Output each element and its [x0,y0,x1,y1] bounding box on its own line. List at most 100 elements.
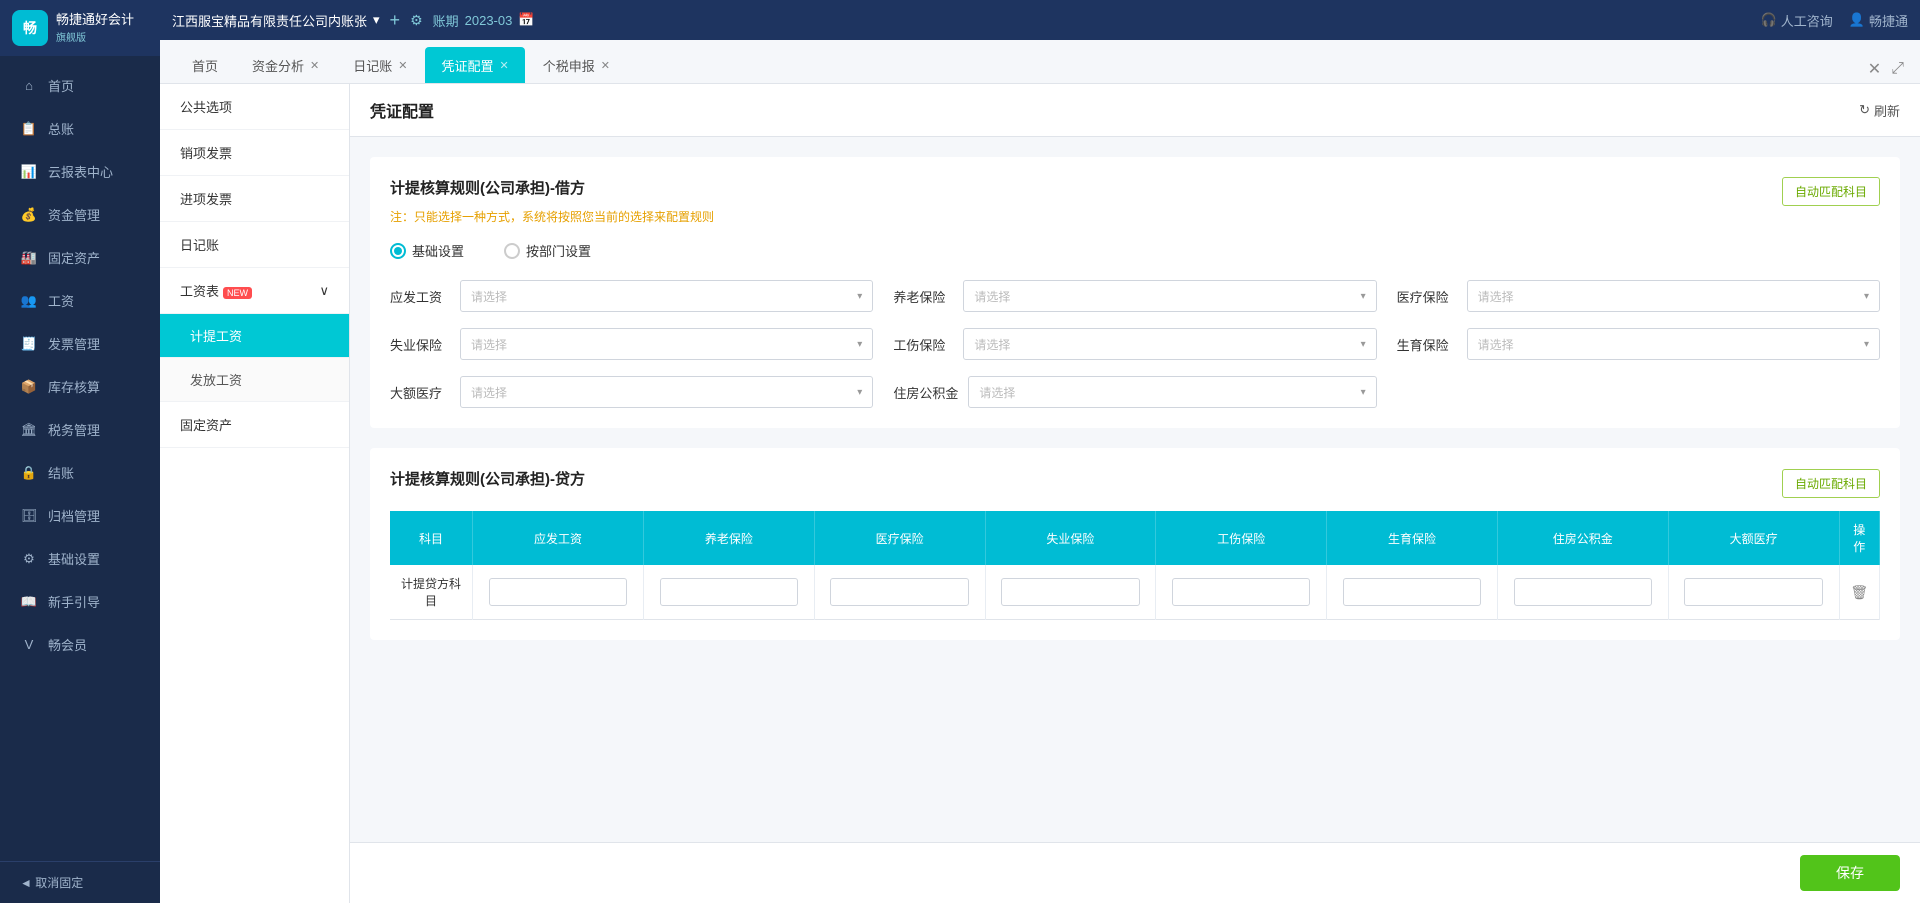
left-menu-salary-table[interactable]: 工资表NEW ∨ [160,268,349,314]
left-menu-purchase[interactable]: 进项发票 [160,176,349,222]
topbar: 江西服宝精品有限责任公司内账张 ▾ + ⚙ 账期 2023-03 📅 🎧 人工咨… [160,0,1920,40]
tab-close-icon[interactable]: ✕ [310,59,319,72]
sidebar-item-inventory[interactable]: 📦 库存核算 [0,365,160,408]
cell-apply-salary[interactable] [473,565,644,620]
select-arrow-icon: ▾ [1361,339,1366,350]
cell-medical[interactable] [814,565,985,620]
maximize-icon[interactable]: ⤢ [1891,60,1904,78]
settings-icon[interactable]: ⚙ [410,12,423,29]
select-maternity[interactable]: 请选择 ▾ [1467,328,1880,360]
sidebar-item-member[interactable]: V 畅会员 [0,623,160,666]
cell-maternity[interactable] [1327,565,1498,620]
radio-dept[interactable]: 按部门设置 [504,241,591,260]
cell-work-injury[interactable] [1156,565,1327,620]
select-unemployment[interactable]: 请选择 ▾ [460,328,873,360]
credit-table: 科目 应发工资 养老保险 医疗保险 失业保险 工伤保险 生育保险 住房公积金 大… [390,511,1880,620]
credit-auto-match-button[interactable]: 自动匹配科目 [1782,469,1880,498]
tab-funds[interactable]: 资金分析✕ [236,47,335,83]
period-selector[interactable]: 账期 2023-03 📅 [433,11,535,30]
tax-icon: 🏛 [20,421,38,439]
sidebar-item-guide[interactable]: 📖 新手引导 [0,580,160,623]
save-button[interactable]: 保存 [1800,855,1900,891]
cell-unemployment[interactable] [985,565,1156,620]
tabbar: 首页资金分析✕日记账✕凭证配置✕个税申报✕ ✕ ⤢ [160,40,1920,84]
add-tab-button[interactable]: + [390,10,401,31]
close-window-icon[interactable]: ✕ [1868,59,1881,79]
left-menu-sales[interactable]: 销项发票 [160,130,349,176]
input-pension[interactable] [660,578,798,606]
left-menu-common[interactable]: 公共选项 [160,84,349,130]
select-housing[interactable]: 请选择 ▾ [968,376,1376,408]
select-pension[interactable]: 请选择 ▾ [963,280,1376,312]
input-work-injury[interactable] [1172,578,1310,606]
radio-basic[interactable]: 基础设置 [390,241,464,260]
input-apply-salary[interactable] [489,578,627,606]
refresh-icon: ↻ [1859,102,1870,118]
field-medical: 医疗保险 请选择 ▾ [1397,280,1880,312]
select-work-injury[interactable]: 请选择 ▾ [963,328,1376,360]
left-menu-fixed-assets[interactable]: 固定资产 [160,402,349,448]
sidebar-item-closing[interactable]: 🔒 结账 [0,451,160,494]
service-button[interactable]: 🎧 人工咨询 [1761,11,1833,30]
tab-tax-report[interactable]: 个税申报✕ [527,47,626,83]
debit-form-grid: 应发工资 请选择 ▾ 养老保险 请选择 ▾ [390,280,1880,408]
debit-auto-match-button[interactable]: 自动匹配科目 [1782,177,1880,206]
tab-close-icon[interactable]: ✕ [398,59,407,72]
sidebar-cancel-fixed[interactable]: ◄ 取消固定 [0,861,160,903]
tab-close-icon[interactable]: ✕ [500,59,509,72]
col-housing: 住房公积金 [1497,511,1668,565]
input-unemployment[interactable] [1001,578,1139,606]
cell-large-medical[interactable] [1668,565,1839,620]
member-icon: V [20,636,38,654]
page-header: 凭证配置 ↻ 刷新 [350,84,1920,137]
sidebar-item-reports[interactable]: 📊 云报表中心 [0,150,160,193]
debit-section-title: 计提核算规则(公司承担)-借方 [390,177,714,198]
sidebar-item-home[interactable]: ⌂ 首页 [0,64,160,107]
select-medical[interactable]: 请选择 ▾ [1467,280,1880,312]
input-large-medical[interactable] [1684,578,1822,606]
table-row: 计提贷方科目 🗑 [390,565,1880,620]
delete-row-button[interactable]: 🗑 [1850,584,1868,601]
input-maternity[interactable] [1343,578,1481,606]
sidebar-item-invoice[interactable]: 🧾 发票管理 [0,322,160,365]
logo-text: 畅捷通好会计 旗舰版 [56,12,134,44]
sidebar-item-settings[interactable]: ⚙ 基础设置 [0,537,160,580]
sidebar-item-ledger[interactable]: 📋 总账 [0,107,160,150]
tab-close-icon[interactable]: ✕ [601,59,610,72]
label-apply-salary: 应发工资 [390,287,450,306]
sidebar-item-archive[interactable]: 🗄 归档管理 [0,494,160,537]
col-unemployment: 失业保险 [985,511,1156,565]
left-menu-journal[interactable]: 日记账 [160,222,349,268]
tab-voucher-config[interactable]: 凭证配置✕ [425,47,524,83]
user-menu[interactable]: 👤 畅捷通 [1849,11,1908,30]
label-large-medical: 大额医疗 [390,383,450,402]
company-selector[interactable]: 江西服宝精品有限责任公司内账张 ▾ [172,11,380,30]
debit-note: 注：只能选择一种方式，系统将按照您当前的选择来配置规则 [390,208,714,225]
label-maternity: 生育保险 [1397,335,1457,354]
tab-home[interactable]: 首页 [176,47,234,83]
scroll-content: 计提核算规则(公司承担)-借方 注：只能选择一种方式，系统将按照您当前的选择来配… [350,137,1920,842]
select-large-medical[interactable]: 请选择 ▾ [460,376,873,408]
select-arrow-icon: ▾ [857,291,862,302]
tab-journal[interactable]: 日记账✕ [337,47,423,83]
refresh-button[interactable]: ↻ 刷新 [1859,101,1900,120]
sidebar-item-tax[interactable]: 🏛 税务管理 [0,408,160,451]
cell-pension[interactable] [643,565,814,620]
select-apply-salary[interactable]: 请选择 ▾ [460,280,873,312]
col-pension: 养老保险 [643,511,814,565]
input-medical[interactable] [830,578,968,606]
left-menu-calc-salary[interactable]: 计提工资 [160,314,349,358]
left-menu-pay-salary[interactable]: 发放工资 [160,358,349,402]
sidebar-item-assets[interactable]: 🏭 固定资产 [0,236,160,279]
input-housing[interactable] [1514,578,1652,606]
radio-basic-circle [390,243,406,259]
sidebar-item-salary[interactable]: 👥 工资 [0,279,160,322]
cell-housing[interactable] [1497,565,1668,620]
sidebar-nav: ⌂ 首页 📋 总账 📊 云报表中心 💰 资金管理 🏭 固定资产 👥 工资 🧾 发… [0,56,160,861]
sidebar-item-label: 结账 [48,463,74,482]
debit-section: 计提核算规则(公司承担)-借方 注：只能选择一种方式，系统将按照您当前的选择来配… [370,157,1900,428]
sidebar-item-label: 工资 [48,291,74,310]
sidebar-item-funds[interactable]: 💰 资金管理 [0,193,160,236]
cell-action: 🗑 [1839,565,1880,620]
inventory-icon: 📦 [20,378,38,396]
